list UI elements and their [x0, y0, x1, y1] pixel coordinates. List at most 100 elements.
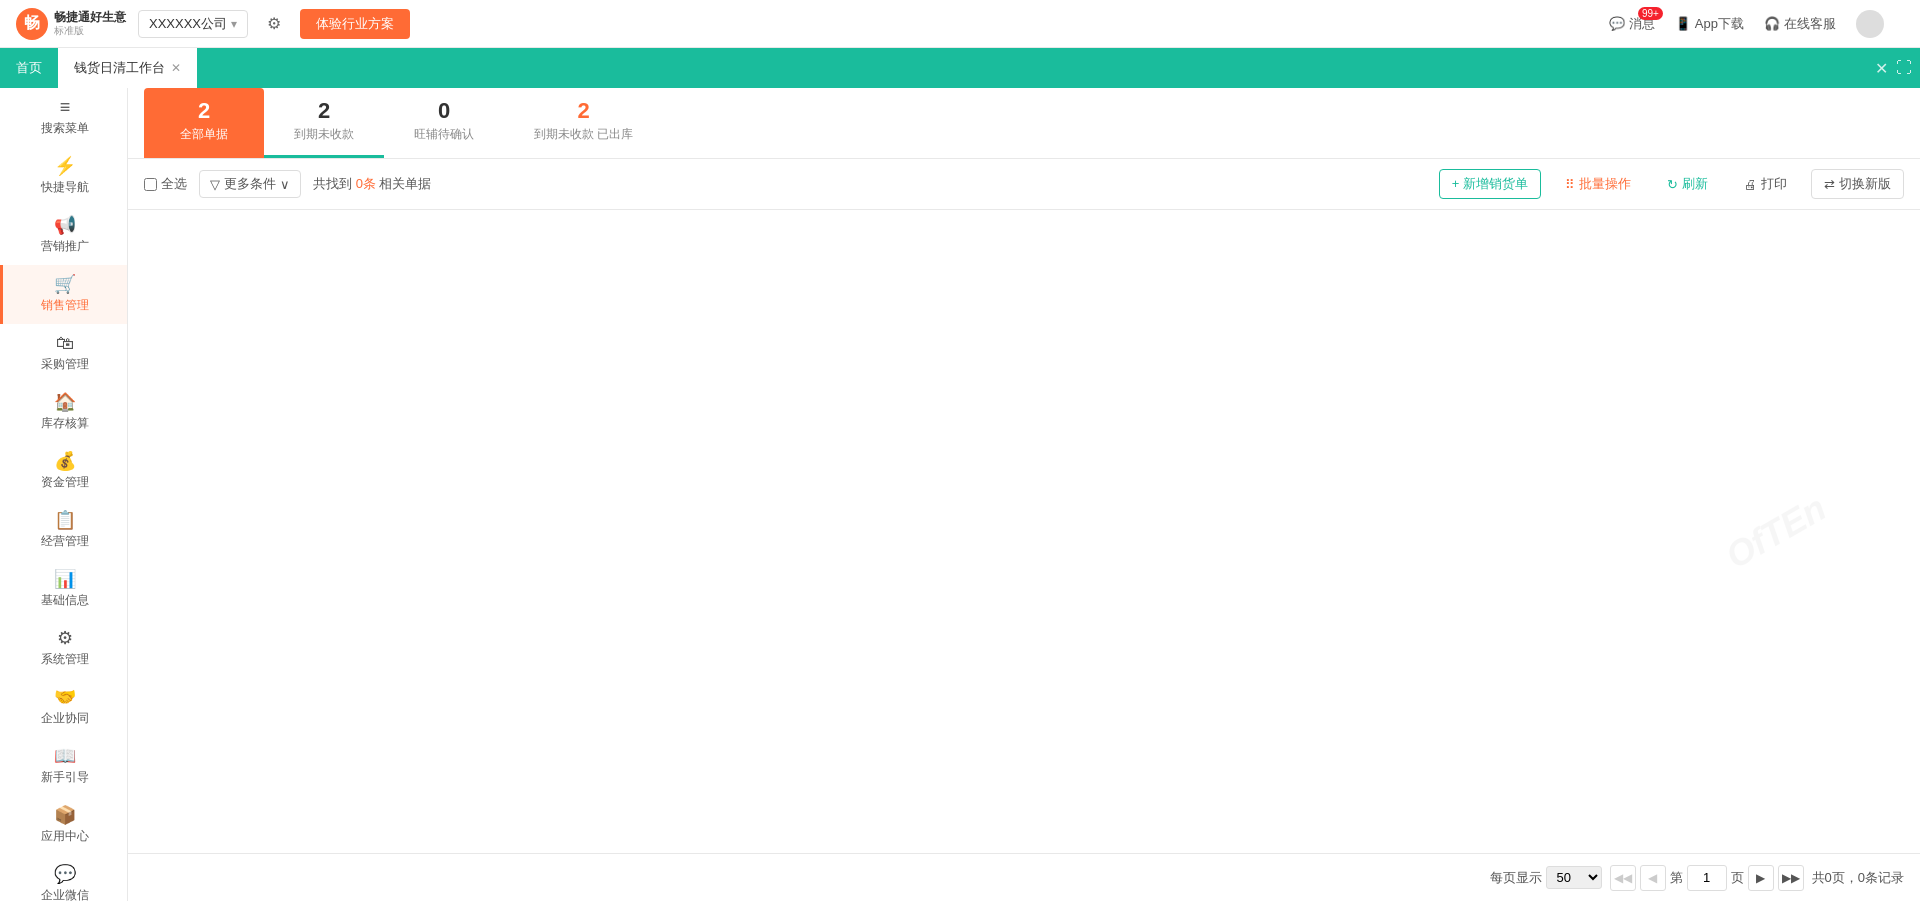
stats-tab-overdue-unpaid[interactable]: 2 到期未收款: [264, 88, 384, 158]
table-area: OfTEn: [128, 210, 1920, 853]
stats-tabs: 2 全部单据 2 到期未收款 0 旺辅待确认 2 到期未收款 已出库: [128, 88, 1920, 159]
sales-icon: 🛒: [54, 275, 76, 293]
enterprise-icon: 🤝: [54, 688, 76, 706]
refresh-icon: ↻: [1667, 177, 1678, 192]
select-all-checkbox[interactable]: 全选: [144, 175, 187, 193]
app-download-button[interactable]: 📱 App下载: [1675, 15, 1744, 33]
next-page-button[interactable]: ▶: [1748, 865, 1774, 891]
purchase-icon: 🛍: [56, 334, 74, 352]
result-count: 0条: [356, 176, 376, 191]
batch-operation-button[interactable]: ⠿ 批量操作: [1553, 170, 1643, 198]
company-name: XXXXXX公司: [149, 15, 227, 33]
stats-label-all: 全部单据: [180, 126, 228, 143]
filter-button[interactable]: ▽ 更多条件 ∨: [199, 170, 301, 198]
app-download-icon: 📱: [1675, 16, 1691, 31]
guide-icon: 📖: [54, 747, 76, 765]
stats-label-overdue-unpaid: 到期未收款: [294, 126, 354, 143]
logo-main-text: 畅捷通好生意: [54, 10, 126, 24]
switch-icon: ⇄: [1824, 177, 1835, 192]
sidebar-item-app-center[interactable]: 📦 应用中心: [0, 796, 127, 855]
tab-home[interactable]: 首页: [0, 48, 58, 88]
page-size-select-input[interactable]: 50 10 20 100: [1546, 866, 1602, 889]
page-number-input[interactable]: [1687, 865, 1727, 891]
message-icon: 💬: [1609, 16, 1625, 31]
stats-number-overdue-unshipped: 2: [578, 100, 590, 122]
select-all-input[interactable]: [144, 178, 157, 191]
quick-nav-icon: ⚡: [54, 157, 76, 175]
sidebar-item-wechat[interactable]: 💬 企业微信: [0, 855, 127, 901]
switch-version-button[interactable]: ⇄ 切换新版: [1811, 169, 1904, 199]
chevron-down-icon: ▾: [231, 17, 237, 31]
online-service-button[interactable]: 🎧 在线客服: [1764, 15, 1836, 33]
last-page-button[interactable]: ▶▶: [1778, 865, 1804, 891]
trial-button[interactable]: 体验行业方案: [300, 9, 410, 39]
message-button[interactable]: 💬 消息 99+: [1609, 15, 1655, 33]
stats-label-overdue-unshipped: 到期未收款 已出库: [534, 126, 633, 143]
company-selector[interactable]: XXXXXX公司 ▾: [138, 10, 248, 38]
wechat-icon: 💬: [54, 865, 76, 883]
operations-icon: 📋: [54, 511, 76, 529]
logo-icon: 畅: [16, 8, 48, 40]
filter-chevron-icon: ∨: [280, 177, 290, 192]
print-icon: 🖨: [1744, 177, 1757, 192]
basic-info-icon: 📊: [54, 570, 76, 588]
stats-tab-all[interactable]: 2 全部单据: [144, 88, 264, 158]
nav-tabs-bar: 首页 钱货日清工作台 ✕ ✕ ⛶: [0, 48, 1920, 88]
logo-sub-text: 标准版: [54, 25, 126, 37]
filter-icon: ▽: [210, 177, 220, 192]
search-menu-icon: ≡: [60, 98, 71, 116]
finance-icon: 💰: [54, 452, 76, 470]
inventory-icon: 🏠: [54, 393, 76, 411]
stats-number-overdue-unpaid: 2: [318, 100, 330, 122]
marketing-icon: 📢: [54, 216, 76, 234]
total-text: 共0页，0条记录: [1812, 869, 1904, 887]
message-badge: 99+: [1638, 7, 1663, 20]
batch-icon: ⠿: [1565, 177, 1575, 192]
sidebar-item-quick-nav[interactable]: ⚡ 快捷导航: [0, 147, 127, 206]
sidebar-item-guide[interactable]: 📖 新手引导: [0, 737, 127, 796]
avatar[interactable]: [1856, 10, 1884, 38]
nav-tabs-right: ✕ ⛶: [1875, 59, 1920, 78]
header-left: 畅 畅捷通好生意 标准版 XXXXXX公司 ▾ ⚙ 体验行业方案: [16, 8, 410, 40]
logo-text: 畅捷通好生意 标准版: [54, 10, 126, 36]
app-layout: ≡ 搜索菜单 ⚡ 快捷导航 📢 营销推广 🛒 销售管理 🛍 采购管理 🏠 库存核…: [0, 88, 1920, 901]
refresh-button[interactable]: ↻ 刷新: [1655, 170, 1720, 198]
sidebar-item-system[interactable]: ⚙ 系统管理: [0, 619, 127, 678]
headset-icon: 🎧: [1764, 16, 1780, 31]
tab-qinghuo[interactable]: 钱货日清工作台 ✕: [58, 48, 197, 88]
pagination-controls: ◀◀ ◀ 第 页 ▶ ▶▶: [1610, 865, 1804, 891]
stats-tab-overdue-unshipped[interactable]: 2 到期未收款 已出库: [504, 88, 663, 158]
system-icon: ⚙: [57, 629, 73, 647]
top-header: 畅 畅捷通好生意 标准版 XXXXXX公司 ▾ ⚙ 体验行业方案 💬 消息 99…: [0, 0, 1920, 48]
sidebar-item-search-menu[interactable]: ≡ 搜索菜单: [0, 88, 127, 147]
stats-label-wangwang: 旺辅待确认: [414, 126, 474, 143]
logo-area: 畅 畅捷通好生意 标准版: [16, 8, 126, 40]
stats-tab-wangwang[interactable]: 0 旺辅待确认: [384, 88, 504, 158]
sidebar-item-operations[interactable]: 📋 经营管理: [0, 501, 127, 560]
prev-page-button[interactable]: ◀: [1640, 865, 1666, 891]
toolbar: 全选 ▽ 更多条件 ∨ 共找到 0条 相关单据 + 新增销货单 ⠿: [128, 159, 1920, 210]
tab-expand-icon[interactable]: ⛶: [1896, 59, 1912, 77]
header-right: 💬 消息 99+ 📱 App下载 🎧 在线客服: [1609, 10, 1904, 38]
stats-number-wangwang: 0: [438, 100, 450, 122]
settings-button[interactable]: ⚙: [260, 10, 288, 38]
sidebar-item-enterprise[interactable]: 🤝 企业协同: [0, 678, 127, 737]
main-content: 2 全部单据 2 到期未收款 0 旺辅待确认 2 到期未收款 已出库 全选: [128, 88, 1920, 901]
first-page-button[interactable]: ◀◀: [1610, 865, 1636, 891]
sidebar-item-sales[interactable]: 🛒 销售管理: [0, 265, 127, 324]
tab-close-icon[interactable]: ✕: [171, 61, 181, 75]
tab-close-window-icon[interactable]: ✕: [1875, 59, 1888, 78]
add-sale-button[interactable]: + 新增销货单: [1439, 169, 1541, 199]
sidebar-item-inventory[interactable]: 🏠 库存核算: [0, 383, 127, 442]
toolbar-left: 全选 ▽ 更多条件 ∨ 共找到 0条 相关单据: [144, 170, 1427, 198]
sidebar-item-finance[interactable]: 💰 资金管理: [0, 442, 127, 501]
pagination-bar: 每页显示 50 10 20 100 ◀◀ ◀ 第 页 ▶ ▶▶ 共0页，0条记录: [128, 853, 1920, 901]
sidebar-item-purchase[interactable]: 🛍 采购管理: [0, 324, 127, 383]
toolbar-right: + 新增销货单 ⠿ 批量操作 ↻ 刷新 🖨 打印 ⇄ 切换新版: [1439, 169, 1904, 199]
sidebar-item-marketing[interactable]: 📢 营销推广: [0, 206, 127, 265]
print-button[interactable]: 🖨 打印: [1732, 170, 1799, 198]
stats-number-all: 2: [198, 100, 210, 122]
sidebar: ≡ 搜索菜单 ⚡ 快捷导航 📢 营销推广 🛒 销售管理 🛍 采购管理 🏠 库存核…: [0, 88, 128, 901]
sidebar-item-basic-info[interactable]: 📊 基础信息: [0, 560, 127, 619]
watermark: OfTEn: [1719, 486, 1834, 576]
